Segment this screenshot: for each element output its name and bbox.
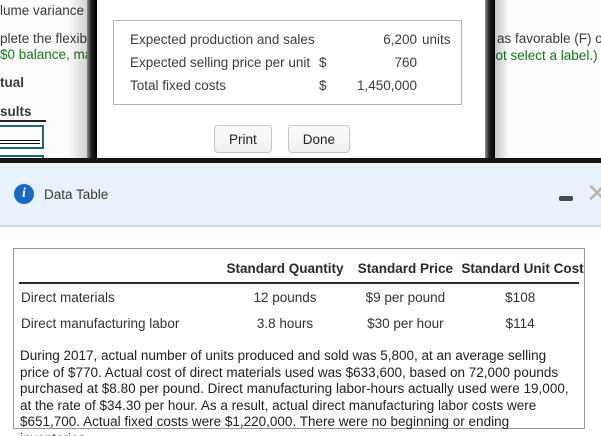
- expected-values-box: Expected production and sales 6,200 unit…: [113, 20, 462, 105]
- minimize-button[interactable]: [559, 196, 573, 201]
- right-shadow: [495, 0, 509, 158]
- close-icon[interactable]: ✕: [586, 180, 601, 206]
- header-standard-unit-cost: Standard Unit Cost: [461, 249, 584, 284]
- exhibit-row-value: 760: [394, 55, 417, 70]
- data-table-header: i Data Table ✕: [0, 163, 601, 227]
- modal-right-edge: [485, 0, 495, 158]
- header-standard-quantity: Standard Quantity: [220, 249, 350, 284]
- cell-quantity: 12 pounds: [253, 290, 317, 305]
- exhibit-row-label: Expected selling price per unit: [130, 55, 311, 70]
- double-underline-rule: [0, 140, 40, 144]
- bg-text-fragment: as favorable (F) or: [497, 31, 601, 46]
- narrative-text: During 2017, actual number of units prod…: [20, 348, 569, 436]
- exhibit-popup: Expected production and sales 6,200 unit…: [97, 0, 485, 158]
- exhibit-row-value: 6,200: [383, 32, 417, 47]
- standards-table: Standard Quantity Standard Price Standar…: [19, 249, 584, 336]
- standards-header-row: Standard Quantity Standard Price Standar…: [19, 249, 584, 284]
- header-standard-price: Standard Price: [349, 249, 462, 284]
- print-button[interactable]: Print: [213, 125, 272, 153]
- done-button[interactable]: Done: [287, 125, 351, 153]
- exhibit-row-suffix: units: [422, 32, 451, 47]
- cell-price: $30 per hour: [367, 316, 444, 331]
- exhibit-row: Expected production and sales 6,200 unit…: [130, 28, 455, 51]
- info-icon: i: [14, 184, 34, 204]
- table-row: Direct materials 12 pounds $9 per pound …: [19, 283, 579, 310]
- left-shadow: [68, 0, 88, 158]
- currency-symbol: $: [319, 78, 327, 93]
- exhibit-row: Expected selling price per unit $ 760: [130, 51, 455, 74]
- header-blank: [19, 249, 221, 284]
- bg-text-fragment: tual: [0, 75, 25, 90]
- popup-button-row: Print Done: [97, 125, 485, 153]
- exhibit-row-value: 1,450,000: [356, 78, 417, 93]
- cell-unit-cost: $108: [505, 290, 536, 305]
- data-table-content: Standard Quantity Standard Price Standar…: [0, 227, 601, 436]
- modal-left-edge: [87, 0, 97, 158]
- data-table-panel: i Data Table ✕ Standard Quantity Standar…: [0, 158, 601, 436]
- table-row: Direct manufacturing labor 3.8 hours $30…: [19, 310, 579, 336]
- panel-title: Data Table: [44, 186, 109, 202]
- currency-symbol: $: [319, 55, 327, 70]
- cell-price: $9 per pound: [365, 290, 446, 305]
- cell-quantity: 3.8 hours: [256, 316, 314, 331]
- data-table-box: Standard Quantity Standard Price Standar…: [13, 248, 585, 436]
- exhibit-row: Total fixed costs $ 1,450,000: [130, 74, 455, 97]
- worksheet-cell-box: [0, 125, 44, 149]
- exhibit-row-label: Total fixed costs: [130, 78, 227, 93]
- cell-unit-cost: $114: [505, 316, 535, 331]
- row-label: Direct manufacturing labor: [21, 316, 180, 331]
- screen: lume variance a plete the flexible $0 ba…: [0, 0, 601, 436]
- bg-text-fragment: sults: [0, 104, 46, 122]
- exhibit-row-label: Expected production and sales: [130, 32, 315, 47]
- row-label: Direct materials: [21, 290, 115, 305]
